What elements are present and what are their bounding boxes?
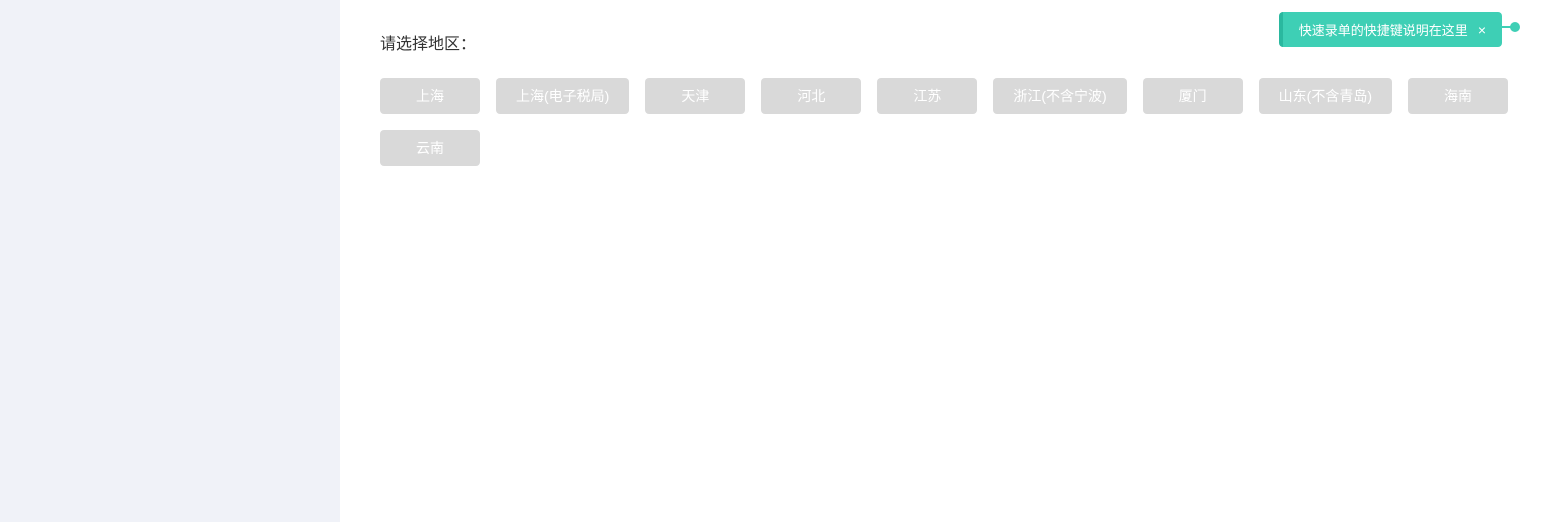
region-button-shanghai-etax[interactable]: 上海(电子税局) bbox=[496, 78, 629, 114]
tooltip-close-button[interactable]: × bbox=[1478, 23, 1486, 37]
region-button-hebei[interactable]: 河北 bbox=[761, 78, 861, 114]
main-content: 请选择地区： 上海上海(电子税局)天津河北江苏浙江(不含宁波)厦门山东(不含青岛… bbox=[340, 0, 1562, 522]
region-button-zhejiang[interactable]: 浙江(不含宁波) bbox=[993, 78, 1126, 114]
region-button-jiangsu[interactable]: 江苏 bbox=[877, 78, 977, 114]
tooltip-banner: 快速录单的快捷键说明在这里 × bbox=[1279, 12, 1502, 47]
left-sidebar bbox=[0, 0, 340, 522]
region-button-shandong[interactable]: 山东(不含青岛) bbox=[1259, 78, 1392, 114]
region-buttons-container: 上海上海(电子税局) 天津河北江苏浙江(不含宁波) 厦门山东(不含青岛) 海南云南 bbox=[380, 78, 1522, 166]
region-button-shanghai[interactable]: 上海 bbox=[380, 78, 480, 114]
region-button-yunnan[interactable]: 云南 bbox=[380, 130, 480, 166]
region-button-hainan[interactable]: 海南 bbox=[1408, 78, 1508, 114]
tooltip-dot bbox=[1510, 22, 1520, 32]
tooltip-text: 快速录单的快捷键说明在这里 bbox=[1299, 20, 1468, 39]
region-button-tianjin[interactable]: 天津 bbox=[645, 78, 745, 114]
region-button-xiamen[interactable]: 厦门 bbox=[1143, 78, 1243, 114]
